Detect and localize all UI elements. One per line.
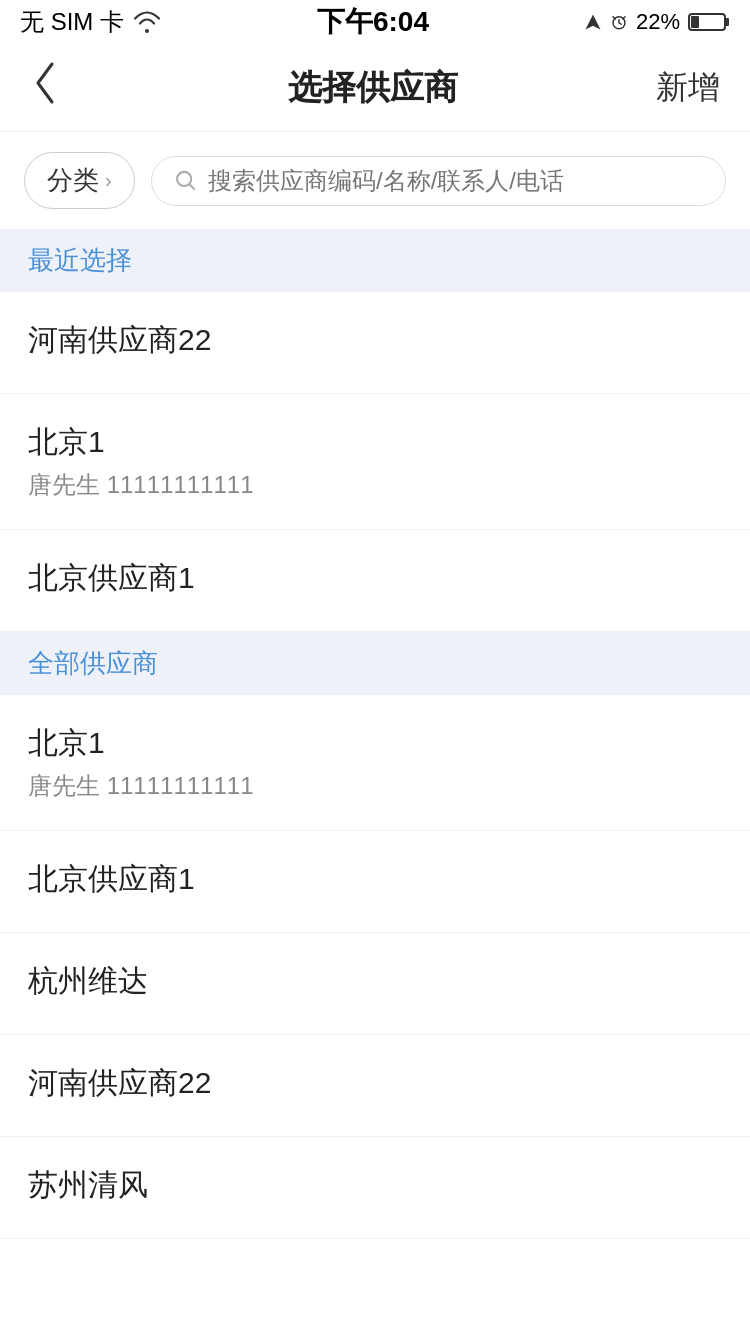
add-button[interactable]: 新增 — [656, 66, 720, 110]
chevron-right-icon: › — [105, 169, 112, 192]
status-left: 无 SIM 卡 — [20, 6, 162, 38]
svg-rect-3 — [691, 16, 699, 28]
svg-rect-2 — [725, 18, 729, 26]
location-icon — [584, 13, 602, 31]
all-items-list: 北京1 唐先生 11111111111 北京供应商1 杭州维达河南供应商22 苏州清风 — [0, 695, 750, 1239]
recent-section-label: 最近选择 — [28, 245, 132, 275]
status-right: 22% — [584, 9, 730, 35]
item-name: 河南供应商22 — [28, 1063, 722, 1104]
back-icon — [30, 60, 60, 106]
item-sub: 唐先生 11111111111 — [28, 770, 722, 802]
all-section-label: 全部供应商 — [28, 648, 158, 678]
back-button[interactable] — [30, 60, 90, 115]
recent-items-list: 河南供应商22 北京1 唐先生 11111111111 北京供应商1 — [0, 292, 750, 632]
item-name: 北京供应商1 — [28, 859, 722, 900]
list-item[interactable]: 河南供应商22 — [0, 1035, 750, 1137]
list-item[interactable]: 北京1 唐先生 11111111111 — [0, 695, 750, 831]
search-icon — [174, 168, 198, 194]
search-box — [151, 156, 726, 206]
item-name: 北京供应商1 — [28, 558, 722, 599]
alarm-icon — [610, 13, 628, 31]
item-sub: 唐先生 11111111111 — [28, 469, 722, 501]
status-bar: 无 SIM 卡 下午6:04 22% — [0, 0, 750, 44]
item-name: 河南供应商22 — [28, 320, 722, 361]
category-label: 分类 — [47, 163, 99, 198]
wifi-icon — [132, 11, 162, 33]
status-time: 下午6:04 — [317, 3, 429, 41]
page-title: 选择供应商 — [288, 65, 458, 111]
category-button[interactable]: 分类 › — [24, 152, 135, 209]
recent-section-header: 最近选择 — [0, 229, 750, 292]
search-input[interactable] — [208, 167, 703, 195]
filter-bar: 分类 › — [0, 132, 750, 229]
item-name: 北京1 — [28, 422, 722, 463]
list-item[interactable]: 北京供应商1 — [0, 530, 750, 632]
list-item[interactable]: 苏州清风 — [0, 1137, 750, 1239]
battery-icon — [688, 12, 730, 32]
list-item[interactable]: 河南供应商22 — [0, 292, 750, 394]
carrier-text: 无 SIM 卡 — [20, 6, 124, 38]
list-item[interactable]: 北京1 唐先生 11111111111 — [0, 394, 750, 530]
list-item[interactable]: 杭州维达 — [0, 933, 750, 1035]
item-name: 苏州清风 — [28, 1165, 722, 1206]
list-item[interactable]: 北京供应商1 — [0, 831, 750, 933]
battery-text: 22% — [636, 9, 680, 35]
item-name: 北京1 — [28, 723, 722, 764]
item-name: 杭州维达 — [28, 961, 722, 1002]
all-section-header: 全部供应商 — [0, 632, 750, 695]
nav-bar: 选择供应商 新增 — [0, 44, 750, 132]
